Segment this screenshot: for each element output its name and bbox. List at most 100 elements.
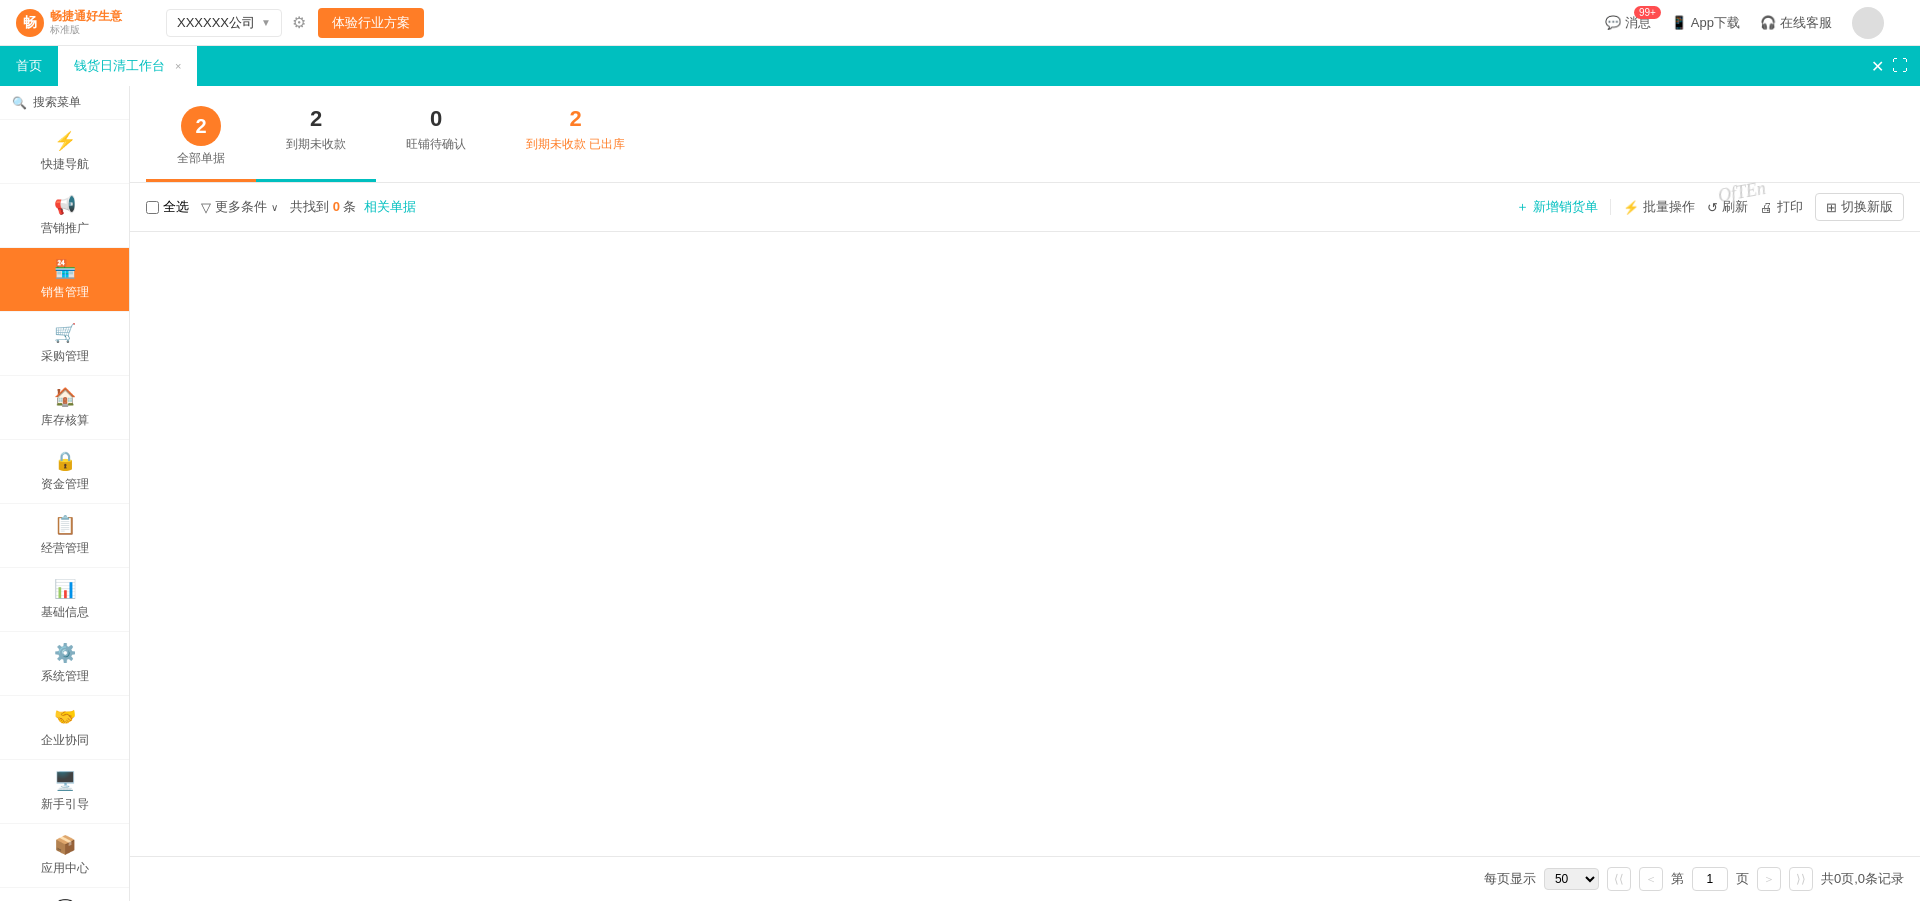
add-sale-label: 新增销货单 bbox=[1533, 198, 1598, 216]
close-window-icon[interactable]: ✕ bbox=[1871, 57, 1884, 76]
refresh-button[interactable]: ↺ 刷新 bbox=[1707, 198, 1748, 216]
sidebar-item-label: 快捷导航 bbox=[41, 156, 89, 173]
page-prev-btn[interactable]: ＜ bbox=[1639, 867, 1663, 891]
sidebar-item-marketing[interactable]: 📢 营销推广 bbox=[0, 184, 129, 248]
sidebar-item-sales[interactable]: 🏪 销售管理 bbox=[0, 248, 129, 312]
sidebar-search[interactable]: 🔍 搜索菜单 bbox=[0, 86, 129, 120]
company-selector[interactable]: XXXXXX公司 ▼ bbox=[166, 9, 282, 37]
logo-title: 畅捷通好生意 bbox=[50, 9, 122, 23]
page-next-btn[interactable]: ＞ bbox=[1757, 867, 1781, 891]
cooperation-icon: 🤝 bbox=[54, 706, 76, 728]
sidebar-item-label: 采购管理 bbox=[41, 348, 89, 365]
sidebar-item-basic-info[interactable]: 📊 基础信息 bbox=[0, 568, 129, 632]
sidebar-item-inventory[interactable]: 🏠 库存核算 bbox=[0, 376, 129, 440]
stat-tab-overdue[interactable]: 2 到期未收款 bbox=[256, 98, 376, 182]
stat-label-pending: 旺铺待确认 bbox=[406, 136, 466, 153]
stat-tab-all[interactable]: 2 全部单据 bbox=[146, 98, 256, 182]
page-word: 第 bbox=[1671, 870, 1684, 888]
stat-label-all: 全部单据 bbox=[177, 150, 225, 167]
maximize-icon[interactable]: ⛶ bbox=[1892, 57, 1908, 75]
batch-button[interactable]: ⚡ 批量操作 bbox=[1623, 198, 1695, 216]
online-service-label: 在线客服 bbox=[1780, 14, 1832, 32]
select-all-label: 全选 bbox=[163, 198, 189, 216]
sidebar-item-app-center[interactable]: 📦 应用中心 bbox=[0, 824, 129, 888]
marketing-icon: 📢 bbox=[54, 194, 76, 216]
tab-home[interactable]: 首页 bbox=[0, 46, 58, 86]
main-layout: 🔍 搜索菜单 ⚡ 快捷导航 📢 营销推广 🏪 销售管理 🛒 采购管理 🏠 库存核… bbox=[0, 86, 1920, 901]
add-icon: ＋ bbox=[1516, 198, 1529, 216]
system-icon: ⚙️ bbox=[54, 642, 76, 664]
quick-nav-icon: ⚡ bbox=[54, 130, 76, 152]
trial-button[interactable]: 体验行业方案 bbox=[318, 8, 424, 38]
select-all-checkbox[interactable]: 全选 bbox=[146, 198, 189, 216]
guide-icon: 🖥️ bbox=[54, 770, 76, 792]
checkbox-all-input[interactable] bbox=[146, 201, 159, 214]
stat-tab-overdue-out[interactable]: 2 到期未收款 已出库 bbox=[496, 98, 655, 182]
message-item[interactable]: 💬 消息 99+ bbox=[1605, 14, 1651, 32]
sidebar-item-wechat[interactable]: 💬 企业微信 bbox=[0, 888, 129, 901]
purchase-icon: 🛒 bbox=[54, 322, 76, 344]
found-prefix: 共找到 bbox=[290, 199, 329, 214]
sidebar-item-quick-nav[interactable]: ⚡ 快捷导航 bbox=[0, 120, 129, 184]
sidebar-item-capital[interactable]: 🔒 资金管理 bbox=[0, 440, 129, 504]
switch-button[interactable]: ⊞ 切换新版 bbox=[1815, 193, 1904, 221]
batch-label: 批量操作 bbox=[1643, 198, 1695, 216]
stats-tabs: 2 全部单据 2 到期未收款 0 旺铺待确认 2 到期未收款 已出库 bbox=[130, 86, 1920, 183]
company-name: XXXXXX公司 bbox=[177, 14, 255, 32]
refresh-icon: ↺ bbox=[1707, 200, 1718, 215]
tab-active[interactable]: 钱货日清工作台 × bbox=[58, 46, 197, 86]
sidebar-item-operation[interactable]: 📋 经营管理 bbox=[0, 504, 129, 568]
sidebar-item-system[interactable]: ⚙️ 系统管理 bbox=[0, 632, 129, 696]
message-icon: 💬 bbox=[1605, 15, 1621, 30]
filter-label: 更多条件 bbox=[215, 198, 267, 216]
sidebar-item-label: 应用中心 bbox=[41, 860, 89, 877]
total-info: 共0页,0条记录 bbox=[1821, 870, 1904, 888]
page-input[interactable] bbox=[1692, 867, 1728, 891]
stat-num-overdue: 2 bbox=[310, 106, 322, 132]
sidebar-item-label: 库存核算 bbox=[41, 412, 89, 429]
sidebar: 🔍 搜索菜单 ⚡ 快捷导航 📢 营销推广 🏪 销售管理 🛒 采购管理 🏠 库存核… bbox=[0, 86, 130, 901]
logo-area: 畅 畅捷通好生意 标准版 bbox=[16, 9, 146, 37]
add-sale-button[interactable]: ＋ 新增销货单 bbox=[1516, 198, 1598, 216]
switch-label: 切换新版 bbox=[1841, 198, 1893, 216]
stat-label-overdue-out: 到期未收款 已出库 bbox=[526, 136, 625, 153]
capital-icon: 🔒 bbox=[54, 450, 76, 472]
message-badge: 99+ bbox=[1634, 6, 1661, 19]
basic-info-icon: 📊 bbox=[54, 578, 76, 600]
found-count: 共找到 0 条 相关单据 bbox=[290, 198, 416, 216]
sidebar-item-guide[interactable]: 🖥️ 新手引导 bbox=[0, 760, 129, 824]
tab-close-icon[interactable]: × bbox=[175, 60, 181, 72]
filter-button[interactable]: ▽ 更多条件 ∨ bbox=[201, 198, 278, 216]
app-download-item[interactable]: 📱 App下载 bbox=[1671, 14, 1740, 32]
settings-icon[interactable]: ⚙ bbox=[292, 13, 306, 32]
sidebar-item-label: 企业协同 bbox=[41, 732, 89, 749]
page-label: 页 bbox=[1736, 870, 1749, 888]
toolbar: 全选 ▽ 更多条件 ∨ 共找到 0 条 相关单据 ＋ 新增销货单 bbox=[130, 183, 1920, 232]
page-size-select[interactable]: 50 100 200 bbox=[1544, 868, 1599, 890]
filter-icon: ▽ bbox=[201, 200, 211, 215]
nav-tabs: 首页 钱货日清工作台 × ✕ ⛶ bbox=[0, 46, 1920, 86]
sidebar-item-purchase[interactable]: 🛒 采购管理 bbox=[0, 312, 129, 376]
online-service-item[interactable]: 🎧 在线客服 bbox=[1760, 14, 1832, 32]
sidebar-item-label: 营销推广 bbox=[41, 220, 89, 237]
filter-arrow-icon: ∨ bbox=[271, 202, 278, 213]
divider bbox=[1610, 199, 1611, 215]
found-num: 0 bbox=[333, 199, 340, 214]
related-label[interactable]: 相关单据 bbox=[364, 199, 416, 214]
logo-icon: 畅 bbox=[16, 9, 44, 37]
sidebar-item-label: 销售管理 bbox=[41, 284, 89, 301]
avatar[interactable] bbox=[1852, 7, 1884, 39]
sidebar-item-label: 系统管理 bbox=[41, 668, 89, 685]
service-icon: 🎧 bbox=[1760, 15, 1776, 30]
stat-num-all: 2 bbox=[181, 106, 221, 146]
inventory-icon: 🏠 bbox=[54, 386, 76, 408]
stat-tab-pending[interactable]: 0 旺铺待确认 bbox=[376, 98, 496, 182]
nav-tabs-right: ✕ ⛶ bbox=[1871, 57, 1920, 76]
page-last-btn[interactable]: ⟩⟩ bbox=[1789, 867, 1813, 891]
found-unit: 条 bbox=[343, 199, 356, 214]
sidebar-item-cooperation[interactable]: 🤝 企业协同 bbox=[0, 696, 129, 760]
page-first-btn[interactable]: ⟨⟨ bbox=[1607, 867, 1631, 891]
sidebar-item-label: 基础信息 bbox=[41, 604, 89, 621]
print-button[interactable]: 🖨 打印 bbox=[1760, 198, 1803, 216]
app-center-icon: 📦 bbox=[54, 834, 76, 856]
